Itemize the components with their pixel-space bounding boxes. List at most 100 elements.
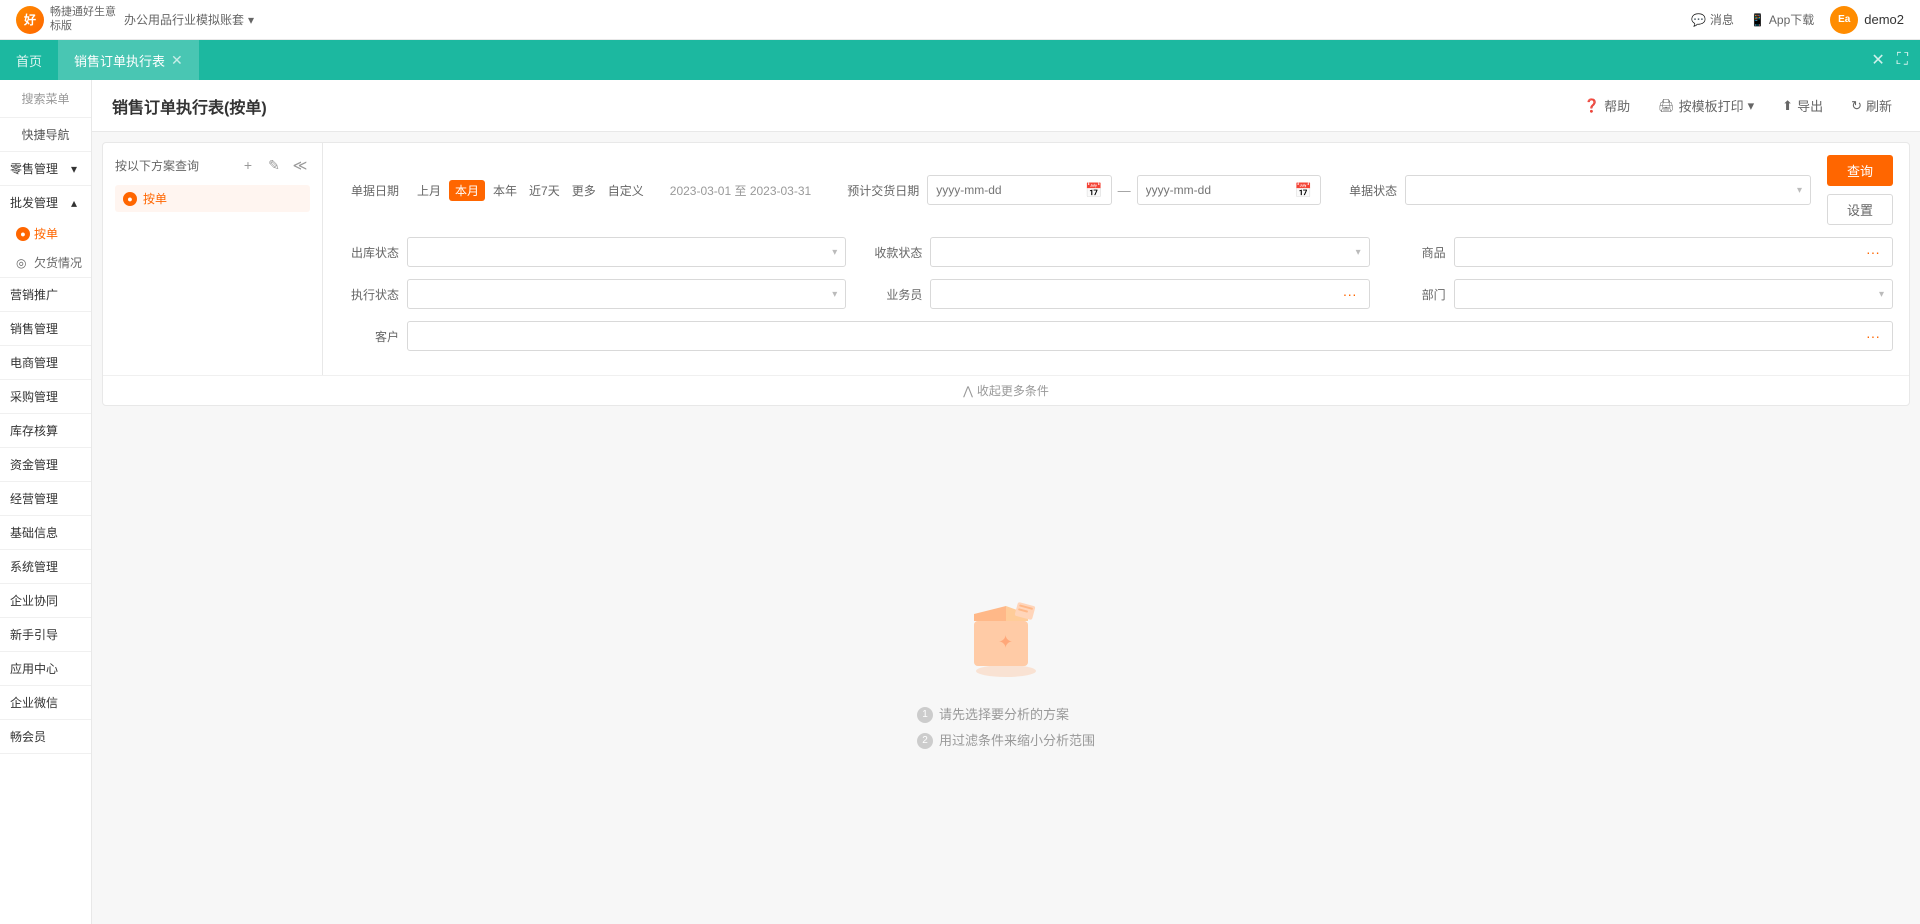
filter-field-bill-status: 单据状态 ▾ — [1337, 175, 1811, 205]
app-title[interactable]: 办公用品行业模拟账套 ▾ — [124, 11, 254, 28]
sidebar-quick-nav[interactable]: 快捷导航 — [0, 118, 91, 152]
bill-status-label: 单据状态 — [1337, 182, 1397, 199]
salesperson-more-icon[interactable]: ··· — [1339, 286, 1361, 302]
goods-input[interactable]: ··· — [1454, 237, 1893, 267]
page-header: 销售订单执行表(按单) ❓ 帮助 🖨 按模板打印 ▾ ⬆ 导出 ↻ 刷新 — [92, 80, 1920, 132]
sidebar-item-wechat[interactable]: 企业微信 — [0, 686, 91, 719]
date-quick-last-7-days[interactable]: 近7天 — [525, 180, 564, 201]
date-quick-select: 上月 本月 本年 近7天 更多 自定义 — [413, 180, 648, 201]
bill-status-select[interactable]: ▾ — [1405, 175, 1811, 205]
date-range-text: 2023-03-01 至 2023-03-31 — [670, 182, 811, 199]
sidebar-search-menu[interactable]: 搜索菜单 — [0, 80, 91, 118]
delivery-date-to-input[interactable]: 📅 — [1137, 175, 1321, 205]
edit-scheme-button[interactable]: ✎ — [264, 155, 284, 175]
chevron-down-icon — [71, 162, 81, 176]
delivery-date-to-field[interactable] — [1146, 183, 1295, 197]
tab-bar-right: ✕ ⛶ — [1859, 40, 1920, 80]
empty-step-2: 2 用过滤条件来缩小分析范围 — [917, 728, 1095, 754]
settings-button[interactable]: 设置 — [1827, 194, 1893, 225]
logo-area: 好 畅捷通好生意 标版 — [16, 6, 116, 34]
help-button[interactable]: ❓ 帮助 — [1576, 92, 1638, 119]
filter-panel-inner: 按以下方案查询 + ✎ ≪ ● 按单 — [103, 143, 1909, 375]
message-button[interactable]: 💬 消息 — [1691, 11, 1734, 28]
filter-field-exec-status: 执行状态 ▾ — [339, 279, 846, 309]
logo-text: 畅捷通好生意 标版 — [50, 6, 116, 32]
collapse-up-icon: ⋀ — [963, 384, 973, 398]
salesperson-input[interactable]: ··· — [930, 279, 1369, 309]
close-window-icon[interactable]: ✕ — [1871, 50, 1884, 70]
customer-input[interactable]: ··· — [407, 321, 1893, 351]
date-quick-current-year[interactable]: 本年 — [489, 180, 521, 201]
bill-date-label: 单据日期 — [339, 182, 399, 199]
sidebar-item-newbie[interactable]: 新手引导 — [0, 618, 91, 651]
sidebar-group-wholesale: 批发管理 ● 按单 ◎ 欠货情况 — [0, 186, 91, 278]
scheme-active-dot: ● — [123, 192, 137, 206]
filter-field-department: 部门 ▾ — [1386, 279, 1893, 309]
sidebar-item-enterprise[interactable]: 企业协同 — [0, 584, 91, 617]
add-scheme-button[interactable]: + — [238, 155, 258, 175]
sidebar-item-press[interactable]: ● 按单 — [0, 219, 91, 248]
goods-more-icon[interactable]: ··· — [1862, 244, 1884, 260]
tab-sales-order-exec[interactable]: 销售订单执行表 ✕ — [58, 40, 199, 80]
date-quick-last-month[interactable]: 上月 — [413, 180, 445, 201]
sidebar-item-debt[interactable]: ◎ 欠货情况 — [0, 248, 91, 277]
date-quick-custom[interactable]: 自定义 — [604, 180, 648, 201]
sidebar-item-appstore[interactable]: 应用中心 — [0, 652, 91, 685]
sidebar-item-wholesale[interactable]: 批发管理 — [0, 186, 91, 219]
sidebar-item-ecommerce[interactable]: 电商管理 — [0, 346, 91, 379]
logo-icon: 好 — [16, 6, 44, 34]
exec-status-select[interactable]: ▾ — [407, 279, 846, 309]
delivery-date-from-field[interactable] — [936, 183, 1085, 197]
export-button[interactable]: ⬆ 导出 — [1774, 92, 1831, 119]
filter-field-customer: 客户 ··· — [339, 321, 1893, 351]
content-area: 销售订单执行表(按单) ❓ 帮助 🖨 按模板打印 ▾ ⬆ 导出 ↻ 刷新 — [92, 80, 1920, 924]
delivery-status-select[interactable]: ▾ — [407, 237, 846, 267]
sidebar-item-finance[interactable]: 资金管理 — [0, 448, 91, 481]
department-select[interactable]: ▾ — [1454, 279, 1893, 309]
query-button[interactable]: 查询 — [1827, 155, 1893, 186]
sidebar-item-system[interactable]: 系统管理 — [0, 550, 91, 583]
tab-bar: 首页 销售订单执行表 ✕ ✕ ⛶ — [0, 40, 1920, 80]
salesperson-field[interactable] — [939, 287, 1338, 301]
user-area[interactable]: Ea demo2 — [1830, 6, 1904, 34]
scheme-item-press[interactable]: ● 按单 — [115, 185, 310, 212]
sidebar-item-inventory[interactable]: 库存核算 — [0, 414, 91, 447]
chevron-down-icon: ▾ — [1797, 185, 1802, 196]
sidebar-group-inventory: 库存核算 — [0, 414, 91, 448]
goods-field[interactable] — [1463, 245, 1862, 259]
template-print-button[interactable]: 🖨 按模板打印 ▾ — [1650, 92, 1762, 119]
chevron-down-icon: ▾ — [832, 289, 837, 300]
sidebar-group-marketing: 营销推广 — [0, 278, 91, 312]
sidebar-item-purchase[interactable]: 采购管理 — [0, 380, 91, 413]
sidebar-item-marketing[interactable]: 营销推广 — [0, 278, 91, 311]
app-download-button[interactable]: 📱 App下载 — [1750, 11, 1814, 28]
customer-field[interactable] — [416, 329, 1862, 343]
chevron-down-icon: ▾ — [248, 13, 254, 27]
refresh-button[interactable]: ↻ 刷新 — [1843, 92, 1900, 119]
filter-field-goods: 商品 ··· — [1386, 237, 1893, 267]
download-icon: 📱 — [1750, 13, 1765, 27]
goods-label: 商品 — [1386, 244, 1446, 261]
collection-status-select[interactable]: ▾ — [930, 237, 1369, 267]
delivery-date-from-input[interactable]: 📅 — [927, 175, 1111, 205]
sidebar-item-operation[interactable]: 经营管理 — [0, 482, 91, 515]
date-quick-more[interactable]: 更多 — [568, 180, 600, 201]
sidebar-item-sales[interactable]: 销售管理 — [0, 312, 91, 345]
date-quick-current-month[interactable]: 本月 — [449, 180, 485, 201]
help-icon: ❓ — [1584, 98, 1600, 114]
filter-panel: 按以下方案查询 + ✎ ≪ ● 按单 — [102, 142, 1910, 406]
sidebar-item-basic[interactable]: 基础信息 — [0, 516, 91, 549]
message-icon: 💬 — [1691, 13, 1706, 27]
collapse-scheme-button[interactable]: ≪ — [290, 155, 310, 175]
tab-close-icon[interactable]: ✕ — [171, 53, 183, 67]
tab-home[interactable]: 首页 — [0, 40, 58, 80]
empty-text: 1 请先选择要分析的方案 2 用过滤条件来缩小分析范围 — [917, 702, 1095, 754]
avatar: Ea — [1830, 6, 1858, 34]
sidebar-item-retail[interactable]: 零售管理 — [0, 152, 91, 185]
customer-more-icon[interactable]: ··· — [1862, 328, 1884, 344]
home-tab-label: 首页 — [16, 51, 42, 70]
exec-status-label: 执行状态 — [339, 286, 399, 303]
collapse-bar[interactable]: ⋀ 收起更多条件 — [103, 375, 1909, 405]
expand-icon[interactable]: ⛶ — [1897, 51, 1908, 69]
sidebar-item-member[interactable]: 畅会员 — [0, 720, 91, 753]
